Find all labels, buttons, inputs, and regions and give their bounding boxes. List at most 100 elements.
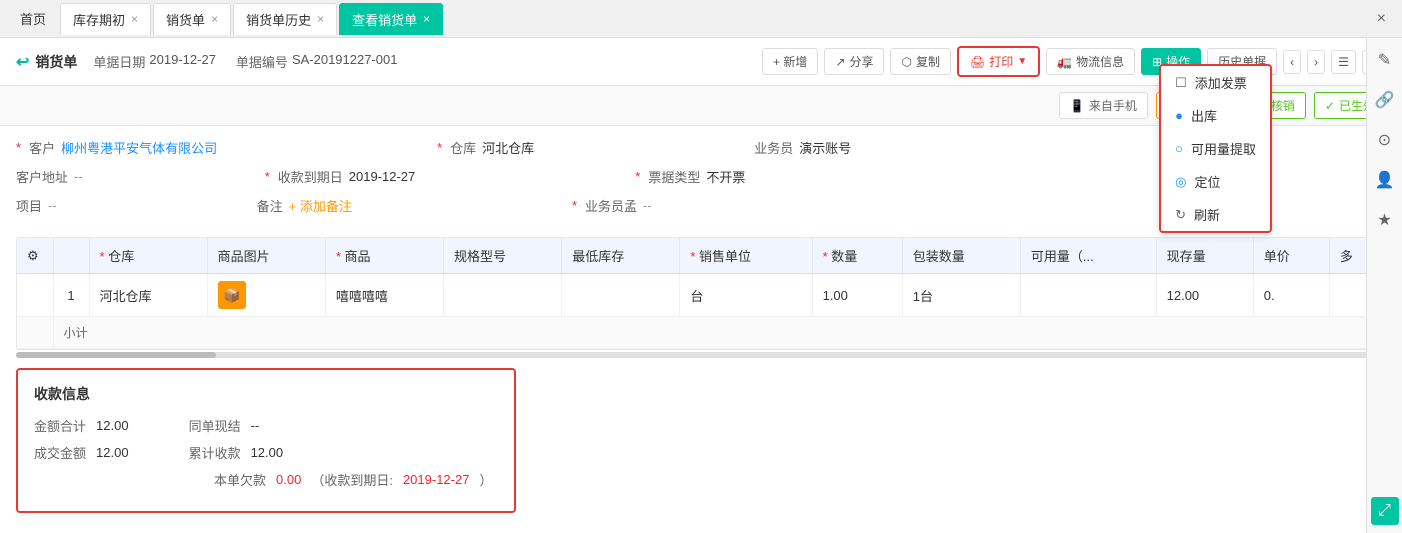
sidebar-user-icon[interactable]: 👤 — [1371, 166, 1399, 194]
available-qty-item[interactable]: ○ 可用量提取 — [1161, 132, 1270, 165]
cell-stock: 12.00 — [1156, 274, 1253, 317]
cell-min-stock — [562, 274, 680, 317]
tab-bar: 首页 库存期初 × 销货单 × 销货单历史 × 查看销货单 × × — [0, 0, 1402, 38]
from-phone-label: 来自手机 — [1089, 97, 1137, 114]
tab-close-icon[interactable]: × — [211, 12, 218, 26]
cumulative-item: 累计收款 12.00 — [189, 443, 284, 462]
col-unit-price: 单价 — [1253, 238, 1329, 274]
tab-close-icon[interactable]: × — [317, 12, 324, 26]
cumulative-value: 12.00 — [251, 445, 284, 460]
required-mark: * — [437, 140, 442, 155]
sidebar-expand-icon[interactable]: ⤢ — [1371, 497, 1399, 525]
same-order-value: -- — [251, 418, 260, 433]
doc-date-label: 单据日期 — [93, 52, 145, 71]
col-product: * 商品 — [325, 238, 443, 274]
project-label: 项目 — [16, 196, 42, 215]
note-field: 备注 + 添加备注 — [257, 196, 352, 215]
cell-quantity: 1.00 — [812, 274, 902, 317]
prev-button[interactable]: ‹ — [1283, 50, 1301, 74]
col-available: 可用量（... — [1020, 238, 1156, 274]
logistics-button[interactable]: 🚛 物流信息 — [1046, 48, 1135, 75]
tab-sales-history[interactable]: 销货单历史 × — [233, 3, 337, 35]
payment-title: 收款信息 — [34, 384, 498, 404]
ship-out-item[interactable]: ● 出库 — [1161, 99, 1270, 132]
copy-button[interactable]: ⬡ 复制 — [890, 48, 951, 75]
due-date-label: 收款到期日 — [278, 167, 343, 186]
scrollbar-thumb[interactable] — [16, 352, 216, 358]
tab-label: 销货单 — [166, 10, 205, 29]
owed-note: （收款到期日: — [311, 470, 393, 489]
owed-spacer — [34, 470, 154, 489]
table-scrollbar[interactable] — [16, 352, 1386, 358]
product-table-container: ⚙ * 仓库 商品图片 * 商品 规格型号 最低库存 * 销售单位 * 数量 包… — [16, 237, 1386, 350]
copy-icon: ⬡ — [901, 55, 911, 69]
locate-item[interactable]: ◎ 定位 — [1161, 165, 1270, 198]
col-spec: 规格型号 — [444, 238, 562, 274]
print-icon: 🖨 — [970, 55, 985, 69]
toolbar: + 新增 ↗ 分享 ⬡ 复制 🖨 打印 ▼ 🚛 物流信息 — [762, 46, 1386, 77]
print-button[interactable]: 🖨 打印 ▼ — [960, 49, 1037, 74]
from-phone-button[interactable]: 📱 来自手机 — [1059, 92, 1148, 119]
phone-icon: 📱 — [1070, 99, 1085, 113]
print-highlight: 🖨 打印 ▼ — [957, 46, 1040, 77]
total-amount-label: 金额合计 — [34, 416, 86, 435]
tab-sales-order[interactable]: 销货单 × — [153, 3, 231, 35]
same-order-label: 同单现结 — [189, 416, 241, 435]
col-quantity: * 数量 — [812, 238, 902, 274]
warehouse-field: * 仓库 河北仓库 — [437, 138, 534, 157]
share-label: 分享 — [849, 53, 873, 70]
add-invoice-label: 添加发票 — [1195, 73, 1247, 92]
required-mark: * — [635, 169, 640, 184]
logistics-icon: 🚛 — [1057, 55, 1072, 69]
address-value: -- — [74, 169, 83, 184]
print-dropdown-arrow: ▼ — [1017, 56, 1027, 67]
sidebar-history-icon[interactable]: ⊙ — [1371, 126, 1399, 154]
cell-package-qty: 1台 — [902, 274, 1020, 317]
product-table: ⚙ * 仓库 商品图片 * 商品 规格型号 最低库存 * 销售单位 * 数量 包… — [17, 238, 1385, 349]
customer-value[interactable]: 柳州粤港平安气体有限公司 — [61, 138, 217, 157]
sidebar-star-icon[interactable]: ★ — [1371, 206, 1399, 234]
total-amount-value: 12.00 — [96, 418, 129, 433]
col-warehouse: * 仓库 — [89, 238, 207, 274]
cell-gear — [17, 274, 53, 317]
share-button[interactable]: ↗ 分享 — [824, 48, 884, 75]
required-mark: * — [572, 198, 577, 213]
new-label: + 新增 — [773, 53, 807, 70]
owed-date: 2019-12-27 — [403, 472, 470, 487]
new-button[interactable]: + 新增 — [762, 48, 818, 75]
warehouse-label: 仓库 — [450, 138, 476, 157]
doc-title-text: 销货单 — [35, 52, 77, 72]
salesperson-label: 业务员 — [754, 138, 793, 157]
col-min-stock: 最低库存 — [562, 238, 680, 274]
col-stock: 现存量 — [1156, 238, 1253, 274]
subtotal-label: 小计 — [53, 317, 1385, 349]
note-label: 备注 — [257, 196, 283, 215]
tab-label: 库存期初 — [73, 10, 125, 29]
customer-label: 客户 — [29, 138, 55, 157]
col-package-qty: 包装数量 — [902, 238, 1020, 274]
list-view-button[interactable]: ☰ — [1331, 50, 1356, 74]
operation-dropdown: ☐ 添加发票 ● 出库 ○ 可用量提取 ◎ 定位 ↻ 刷新 — [1159, 64, 1272, 233]
ship-out-label: 出库 — [1191, 106, 1217, 125]
tab-view-sales[interactable]: 查看销货单 × — [339, 3, 443, 35]
next-button[interactable]: › — [1307, 50, 1325, 74]
tab-close-icon[interactable]: × — [423, 12, 430, 26]
cell-unit: 台 — [680, 274, 812, 317]
sidebar-link-icon[interactable]: 🔗 — [1371, 86, 1399, 114]
tab-close-icon[interactable]: × — [131, 12, 138, 26]
col-gear[interactable]: ⚙ — [17, 238, 53, 274]
home-tab-label: 首页 — [20, 12, 46, 27]
refresh-item[interactable]: ↻ 刷新 — [1161, 198, 1270, 231]
sidebar-edit-icon[interactable]: ✎ — [1371, 46, 1399, 74]
tab-inventory-init[interactable]: 库存期初 × — [60, 3, 151, 35]
locate-icon: ◎ — [1175, 174, 1186, 190]
customer-field: * 客户 柳州粤港平安气体有限公司 — [16, 138, 217, 157]
salesperson2-label: 业务员孟 — [585, 196, 637, 215]
window-close-button[interactable]: × — [1369, 10, 1394, 28]
doc-date-group: 单据日期 2019-12-27 — [93, 52, 216, 71]
add-note-button[interactable]: + 添加备注 — [289, 196, 352, 215]
add-invoice-item[interactable]: ☐ 添加发票 — [1161, 66, 1270, 99]
doc-no-label: 单据编号 — [236, 52, 288, 71]
right-sidebar: ✎ 🔗 ⊙ 👤 ★ ⤢ — [1366, 38, 1402, 533]
tab-home[interactable]: 首页 — [8, 3, 58, 34]
